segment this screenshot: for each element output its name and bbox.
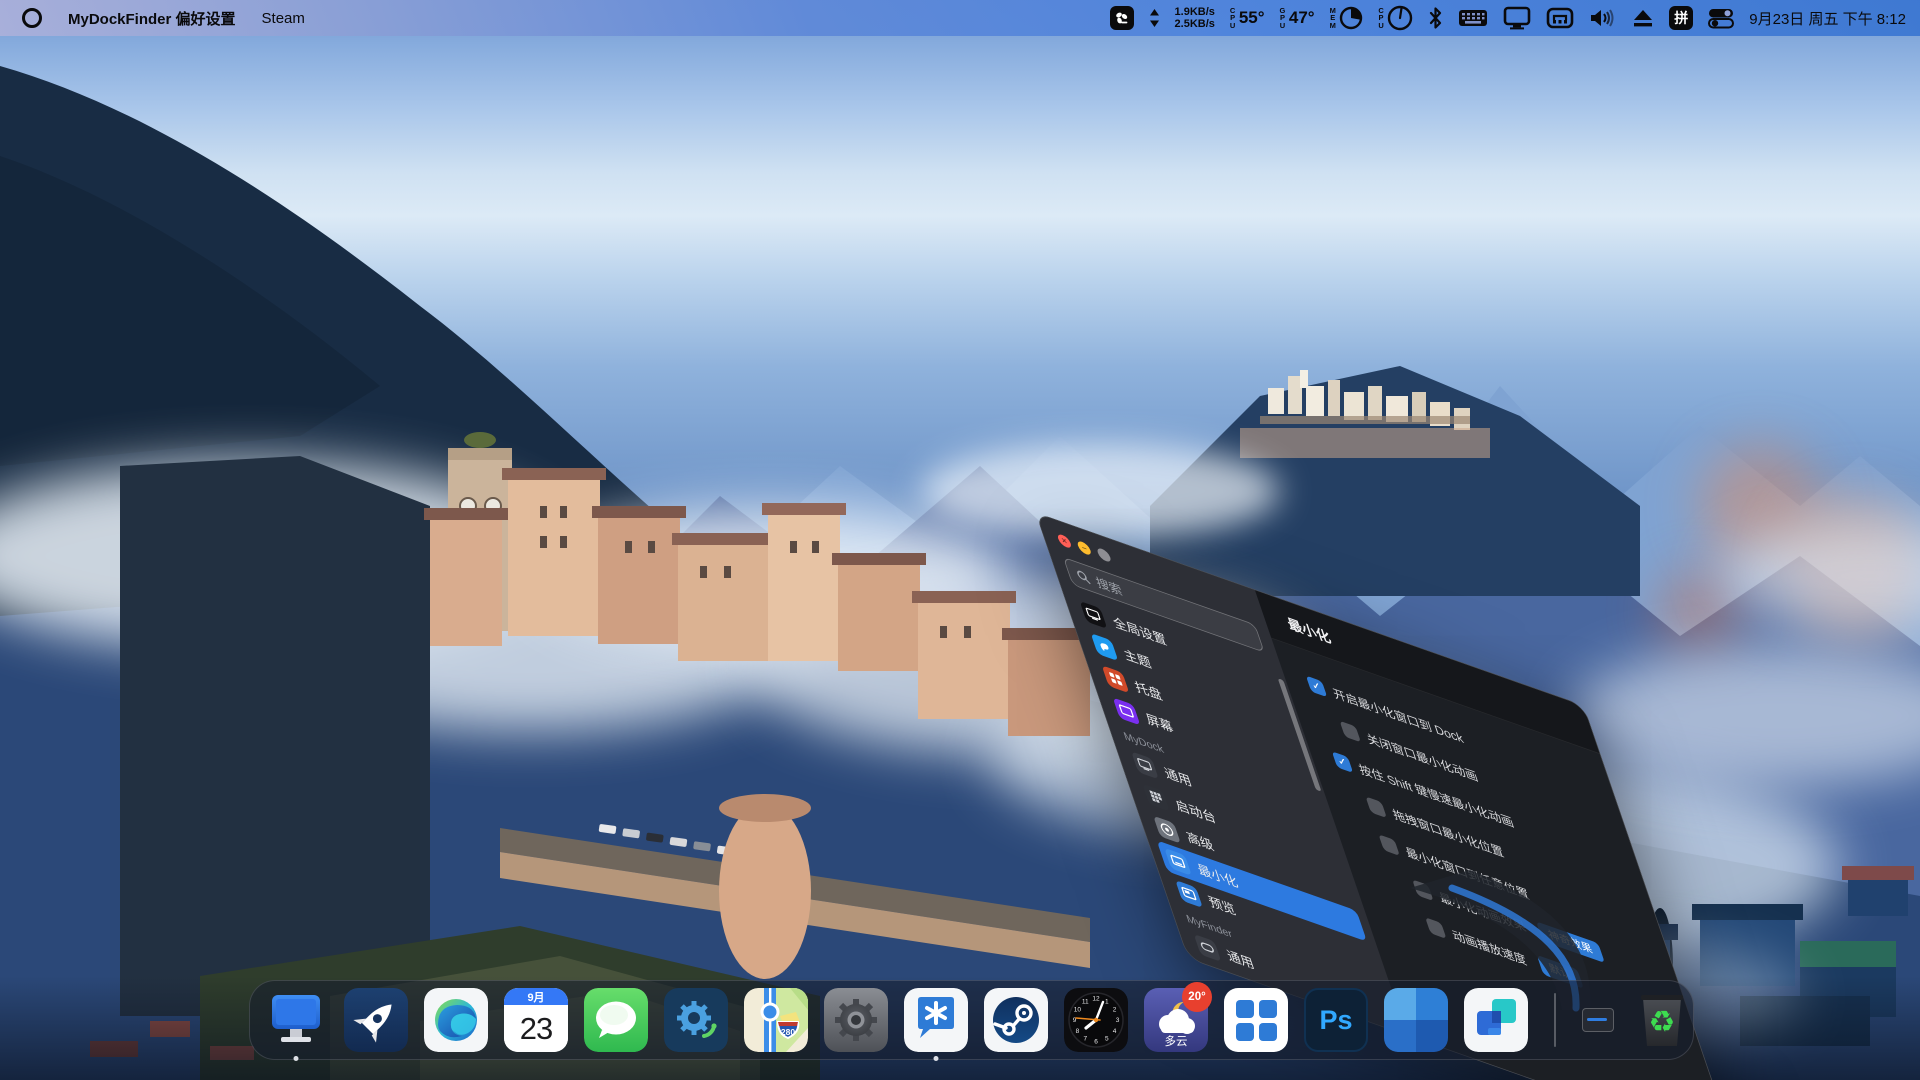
svg-text:10: 10 (1074, 1006, 1082, 1013)
preview-icon (1175, 879, 1203, 907)
svg-text:6: 6 (1094, 1039, 1098, 1046)
eject-icon[interactable] (1632, 8, 1654, 28)
dock-item-messages[interactable] (584, 988, 648, 1052)
dock-item-edge-browser[interactable] (424, 988, 488, 1052)
svg-text:12: 12 (1092, 996, 1100, 1003)
search-placeholder: 搜索 (1093, 571, 1125, 599)
global-icon (1079, 600, 1107, 628)
temperature-badge: 20° (1182, 982, 1212, 1012)
messages-icon (584, 988, 648, 1052)
windows-panes-icon (1384, 988, 1448, 1052)
checkbox-checked[interactable]: ✓ (1306, 675, 1328, 697)
tips-icon (904, 988, 968, 1052)
dock-item-calendar[interactable]: 9月23 (504, 988, 568, 1052)
svg-text:3: 3 (1116, 1017, 1120, 1024)
dock-item-weather[interactable]: 多云20° (1144, 988, 1208, 1052)
screen-icon (1112, 697, 1140, 725)
cpu-temp[interactable]: C P U 55° (1230, 7, 1265, 30)
blue-teal-app-icon (1464, 988, 1528, 1052)
dock-item-steam[interactable] (984, 988, 1048, 1052)
panel-title: 最小化 (1284, 613, 1333, 648)
dock-item-maps[interactable]: 280 (744, 988, 808, 1052)
theme-icon (1090, 633, 1118, 661)
dock: 9月23280123456789101112多云20°Ps♻ (249, 980, 1694, 1060)
menu-item-steam[interactable]: Steam (262, 10, 305, 27)
mem-pie-icon (1339, 6, 1363, 30)
menu-bar: MyDockFinder 偏好设置 Steam 1.9KB/s 2.5KB/s (0, 0, 1920, 36)
display-icon[interactable] (1503, 6, 1531, 30)
minimized-window-thumbnail[interactable] (1582, 1008, 1614, 1032)
office-grid-icon (1224, 988, 1288, 1052)
checkbox-unchecked[interactable] (1365, 796, 1387, 818)
desktop: × – 搜索 全局设置主题托盘屏幕MyDock通用启动台高级最小化预览MyFin… (0, 0, 1920, 1080)
close-button[interactable]: × (1056, 533, 1072, 550)
maps-icon: 280 (744, 988, 808, 1052)
zoom-button[interactable] (1096, 547, 1112, 564)
checkbox-unchecked[interactable] (1412, 879, 1434, 901)
dock-item-system-settings[interactable] (824, 988, 888, 1052)
dock-item-windows-panes[interactable] (1384, 988, 1448, 1052)
dock-item-office-grid[interactable] (1224, 988, 1288, 1052)
running-indicator (294, 1056, 299, 1061)
checkbox-unchecked[interactable] (1425, 917, 1447, 939)
advanced-icon (1153, 815, 1181, 843)
menu-datetime[interactable]: 9月23日 周五 下午 8:12 (1749, 8, 1906, 29)
svg-text:280: 280 (781, 1027, 795, 1037)
dock-item-blue-teal-app[interactable] (1464, 988, 1528, 1052)
cpu-gauge-icon (1387, 5, 1413, 31)
updown-arrows-icon[interactable] (1149, 8, 1160, 28)
bluetooth-icon[interactable] (1428, 7, 1443, 29)
menu-app-title[interactable]: MyDockFinder 偏好设置 (68, 8, 236, 29)
memory-usage[interactable]: M E M (1330, 6, 1364, 30)
dock-item-photoshop[interactable]: Ps (1304, 988, 1368, 1052)
general-icon (1131, 751, 1159, 779)
checkbox-unchecked[interactable] (1339, 720, 1361, 742)
tray-pinwheel-icon[interactable] (1110, 6, 1134, 30)
checkbox-unchecked[interactable] (1378, 834, 1400, 856)
svg-text:7: 7 (1083, 1036, 1087, 1043)
search-icon (1075, 568, 1091, 585)
app-logo-icon[interactable] (22, 8, 42, 28)
minimize-icon (1164, 847, 1192, 875)
system-settings-icon (824, 988, 888, 1052)
steam-icon (984, 988, 1048, 1052)
dock-item-launchpad[interactable] (344, 988, 408, 1052)
gpu-temp[interactable]: G P U 47° (1280, 7, 1315, 30)
ethernet-icon[interactable] (1546, 6, 1574, 30)
svg-text:11: 11 (1082, 998, 1089, 1005)
edge-browser-icon (424, 988, 488, 1052)
clock-icon: 123456789101112 (1064, 988, 1128, 1052)
tray-icon (1101, 665, 1129, 693)
dock-item-dock-settings[interactable] (664, 988, 728, 1052)
ime-badge[interactable]: 拼 (1669, 6, 1693, 30)
dock-settings-icon (664, 988, 728, 1052)
my-computer-icon (264, 988, 328, 1052)
running-indicator (934, 1056, 939, 1061)
volume-icon[interactable] (1589, 7, 1617, 29)
svg-text:2: 2 (1113, 1006, 1117, 1013)
keyboard-icon[interactable] (1458, 8, 1488, 28)
calendar-icon: 9月23 (504, 988, 568, 1052)
control-toggles-icon[interactable] (1708, 7, 1734, 29)
dock-item-clock[interactable]: 123456789101112 (1064, 988, 1128, 1052)
dock-item-trash[interactable]: ♻ (1630, 988, 1694, 1052)
network-speed[interactable]: 1.9KB/s 2.5KB/s (1175, 6, 1215, 30)
photoshop-icon: Ps (1304, 988, 1368, 1052)
dock-item-my-computer[interactable] (264, 988, 328, 1052)
svg-text:4: 4 (1113, 1028, 1117, 1035)
dock-separator (1554, 993, 1556, 1047)
finder-general-icon (1193, 933, 1221, 961)
launchpad-icon (344, 988, 408, 1052)
svg-text:8: 8 (1076, 1028, 1080, 1035)
svg-text:5: 5 (1105, 1036, 1109, 1043)
svg-text:♻: ♻ (1649, 1005, 1676, 1040)
minimize-button[interactable]: – (1076, 540, 1092, 557)
checkbox-checked[interactable]: ✓ (1332, 751, 1354, 773)
dock-item-tips[interactable] (904, 988, 968, 1052)
launchpad-icon (1142, 783, 1170, 811)
svg-text:1: 1 (1105, 998, 1109, 1005)
trash-icon: ♻ (1630, 988, 1694, 1052)
cpu-usage[interactable]: C P U (1378, 5, 1413, 31)
